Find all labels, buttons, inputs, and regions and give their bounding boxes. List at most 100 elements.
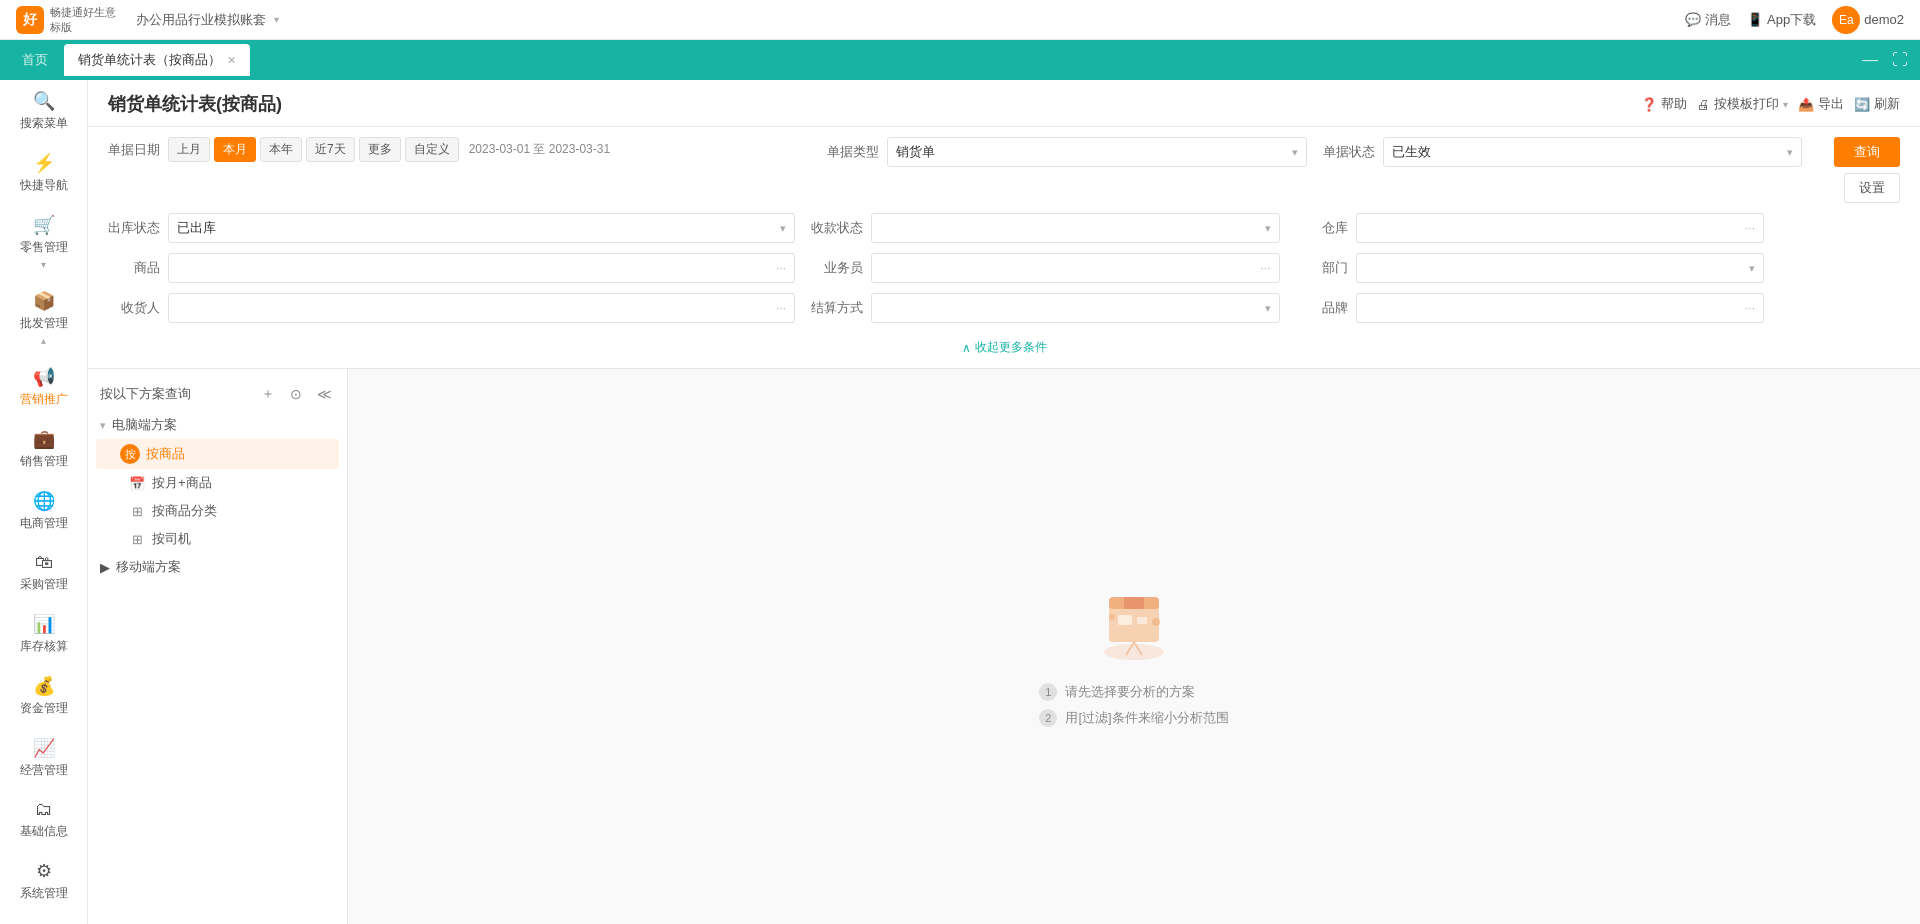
date-label: 单据日期 [108, 141, 160, 159]
finance-icon: 💰 [33, 675, 55, 697]
salesman-label: 业务员 [811, 259, 863, 277]
out-status-select[interactable]: 已出库 ▾ [168, 213, 795, 243]
date-btn-last-month[interactable]: 上月 [168, 137, 210, 162]
header-actions: ❓ 帮助 🖨 按模板打印 ▾ 📤 导出 🔄 刷新 [1641, 95, 1900, 113]
wholesale-icon: 📦 [33, 290, 55, 312]
sidebar-item-sales[interactable]: 💼 销售管理 [0, 418, 87, 480]
tab-minimize-icon[interactable]: — [1858, 48, 1882, 72]
sidebar-item-operations[interactable]: 📈 经营管理 [0, 727, 87, 789]
scheme-add-button[interactable]: ＋ [257, 383, 279, 405]
scheme-item-by-category-label: 按商品分类 [152, 502, 217, 520]
scheme-group-desktop: ▾ 电脑端方案 按 按商品 📅 按月+商品 ⊞ 按商品分类 [88, 411, 347, 553]
department-select[interactable]: ▾ [1356, 253, 1764, 283]
scheme-panel-header: 按以下方案查询 ＋ ⊙ ≪ [88, 377, 347, 411]
avatar: Ea [1832, 6, 1860, 34]
date-btn-last-7-days[interactable]: 近7天 [306, 137, 355, 162]
doc-type-select[interactable]: 销货单 ▾ [887, 137, 1306, 167]
scheme-panel-title: 按以下方案查询 [100, 385, 191, 403]
doc-status-dropdown-icon: ▾ [1787, 146, 1793, 159]
empty-tip-1: 1 请先选择要分析的方案 [1039, 683, 1228, 701]
date-btn-more[interactable]: 更多 [359, 137, 401, 162]
refresh-icon: 🔄 [1854, 97, 1870, 112]
scheme-item-by-product-label: 按商品 [146, 445, 185, 463]
sidebar-item-search[interactable]: 🔍 搜索菜单 [0, 80, 87, 142]
download-icon: 📱 [1747, 12, 1763, 27]
export-button[interactable]: 📤 导出 [1798, 95, 1844, 113]
scheme-collapse-button[interactable]: ≪ [313, 383, 335, 405]
tab-close-icon[interactable]: ✕ [227, 55, 236, 66]
brand-input[interactable]: ··· [1356, 293, 1764, 323]
sidebar-item-marketing[interactable]: 📢 营销推广 [0, 356, 87, 418]
message-button[interactable]: 💬 消息 [1685, 11, 1731, 29]
logo-text: 畅捷通好生意 标版 [50, 5, 116, 34]
product-input[interactable]: ··· [168, 253, 795, 283]
date-btn-custom[interactable]: 自定义 [405, 137, 459, 162]
settlement-select[interactable]: ▾ [871, 293, 1279, 323]
tab-home[interactable]: 首页 [8, 44, 62, 76]
sidebar-item-basic[interactable]: 🗂 基础信息 [0, 789, 87, 850]
filter-row-3: 商品 ··· 业务员 ··· 部门 [108, 253, 1900, 283]
doc-status-value: 已生效 [1392, 143, 1431, 161]
scheme-item-by-cashier-label: 按司机 [152, 530, 191, 548]
warehouse-input[interactable]: ··· [1356, 213, 1764, 243]
tab-maximize-icon[interactable]: ⛶ [1888, 48, 1912, 72]
scheme-item-by-month-product[interactable]: 📅 按月+商品 [96, 469, 339, 497]
user-menu[interactable]: Ea demo2 [1832, 6, 1904, 34]
scheme-panel-actions: ＋ ⊙ ≪ [257, 383, 335, 405]
scheme-settings-button[interactable]: ⊙ [285, 383, 307, 405]
doc-status-select[interactable]: 已生效 ▾ [1383, 137, 1802, 167]
content-area: 销货单统计表(按商品) ❓ 帮助 🖨 按模板打印 ▾ 📤 导出 🔄 刷新 [88, 80, 1920, 924]
sidebar-item-retail[interactable]: 🛒 零售管理 ▾ [0, 204, 87, 280]
shortcuts-icon: ⚡ [33, 152, 55, 174]
svg-rect-8 [1118, 615, 1132, 625]
scheme-item-by-cashier[interactable]: ⊞ 按司机 [96, 525, 339, 553]
print-button[interactable]: 🖨 按模板打印 ▾ [1697, 95, 1788, 113]
print-icon: 🖨 [1697, 97, 1710, 112]
recipient-input[interactable]: ··· [168, 293, 795, 323]
sidebar-item-wholesale[interactable]: 📦 批发管理 ▴ [0, 280, 87, 356]
receipt-status-dropdown-icon: ▾ [1265, 222, 1271, 235]
retail-icon: 🛒 [33, 214, 55, 236]
sidebar-item-purchase[interactable]: 🛍 采购管理 [0, 542, 87, 603]
help-icon: ❓ [1641, 97, 1657, 112]
receipt-status-select[interactable]: ▾ [871, 213, 1279, 243]
app-download-button[interactable]: 📱 App下载 [1747, 11, 1816, 29]
refresh-button[interactable]: 🔄 刷新 [1854, 95, 1900, 113]
sidebar-item-ecommerce[interactable]: 🌐 电商管理 [0, 480, 87, 542]
scheme-item-by-product[interactable]: 按 按商品 [96, 439, 339, 469]
settlement-dropdown-icon: ▾ [1265, 302, 1271, 315]
calendar-icon: 📅 [128, 474, 146, 492]
filter-row-4: 收货人 ··· 结算方式 ▾ 品牌 [108, 293, 1900, 323]
sidebar-item-inventory[interactable]: 📊 库存核算 [0, 603, 87, 665]
retail-expand-icon: ▾ [41, 259, 46, 270]
tip-2-text: 用[过滤]条件来缩小分析范围 [1065, 709, 1228, 727]
tab-bar: 首页 销货单统计表（按商品） ✕ — ⛶ [0, 40, 1920, 80]
tip-2-num: 2 [1039, 709, 1057, 727]
app-title-dropdown-icon[interactable]: ▾ [274, 14, 279, 25]
help-button[interactable]: ❓ 帮助 [1641, 95, 1687, 113]
date-btn-this-month[interactable]: 本月 [214, 137, 256, 162]
logo-area: 好 畅捷通好生意 标版 [16, 5, 116, 34]
settings-button[interactable]: 设置 [1844, 173, 1900, 203]
scheme-item-by-category[interactable]: ⊞ 按商品分类 [96, 497, 339, 525]
department-label: 部门 [1296, 259, 1348, 277]
date-btn-this-year[interactable]: 本年 [260, 137, 302, 162]
tab-sales-stat[interactable]: 销货单统计表（按商品） ✕ [64, 44, 250, 76]
query-button[interactable]: 查询 [1834, 137, 1900, 167]
sidebar-item-shortcuts[interactable]: ⚡ 快捷导航 [0, 142, 87, 204]
sidebar-item-finance[interactable]: 💰 资金管理 [0, 665, 87, 727]
out-status-value: 已出库 [177, 219, 216, 237]
sidebar-item-system[interactable]: ⚙ 系统管理 [0, 850, 87, 912]
settlement-label: 结算方式 [811, 299, 863, 317]
salesman-input[interactable]: ··· [871, 253, 1279, 283]
mobile-expand-icon: ▶ [100, 560, 110, 575]
collapse-bar[interactable]: ∧ 收起更多条件 [108, 333, 1900, 358]
salesman-dots: ··· [1261, 261, 1271, 275]
scheme-group-desktop-header[interactable]: ▾ 电脑端方案 [96, 411, 339, 439]
svg-point-4 [1152, 618, 1160, 626]
desktop-group-label: 电脑端方案 [112, 416, 177, 434]
scheme-group-mobile-header[interactable]: ▶ 移动端方案 [96, 553, 339, 581]
marketing-icon: 📢 [33, 366, 55, 388]
product-dots: ··· [776, 261, 786, 275]
sidebar-item-enterprise[interactable]: 🏢 企业协同 [0, 912, 87, 924]
